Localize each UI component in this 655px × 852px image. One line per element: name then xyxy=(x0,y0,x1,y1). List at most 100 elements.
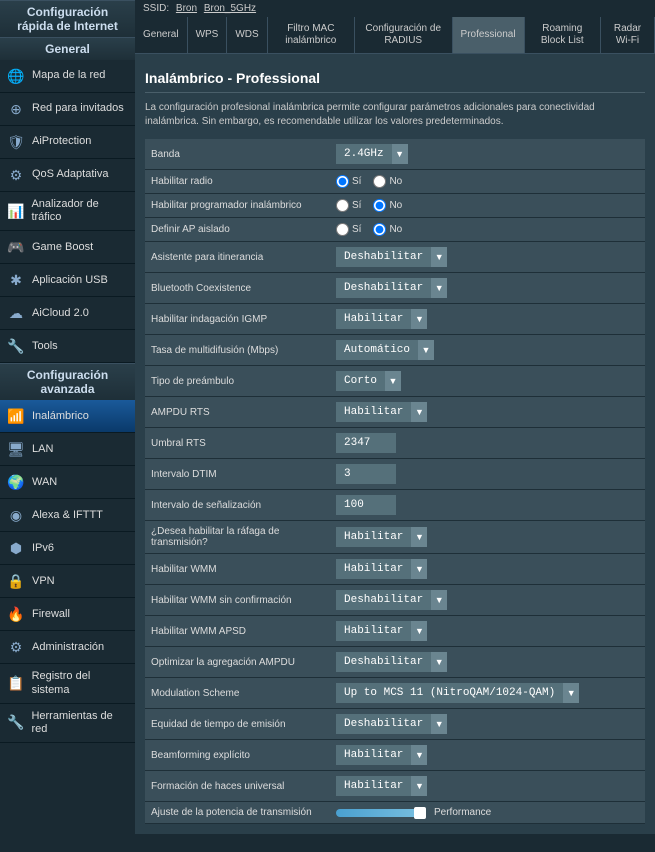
general-item-5[interactable]: 🎮Game Boost xyxy=(0,231,135,264)
sidebar-icon: 🔒 xyxy=(6,571,26,591)
select-18[interactable]: Up to MCS 11 (NitroQAM/1024-QAM)▼ xyxy=(336,683,579,703)
tab-3[interactable]: Filtro MAC inalámbrico xyxy=(268,17,355,53)
chevron-down-icon: ▼ xyxy=(411,402,427,422)
advanced-item-2[interactable]: 🌍WAN xyxy=(0,466,135,499)
setting-control: Habilitar▼ xyxy=(330,740,645,771)
radio-si-input[interactable] xyxy=(336,199,349,212)
sidebar-item-label: Herramientas de red xyxy=(31,710,129,736)
slider-thumb[interactable] xyxy=(414,807,426,819)
text-input-11[interactable] xyxy=(336,464,396,484)
select-19[interactable]: Deshabilitar▼ xyxy=(336,714,447,734)
chevron-down-icon: ▼ xyxy=(411,527,427,547)
setting-row: Beamforming explícitoHabilitar▼ xyxy=(145,740,645,771)
general-item-6[interactable]: ✱Aplicación USB xyxy=(0,264,135,297)
setting-control: 2.4GHz▼ xyxy=(330,139,645,170)
text-input-12[interactable] xyxy=(336,495,396,515)
sidebar-item-label: Alexa & IFTTT xyxy=(32,509,103,522)
sidebar-item-label: Registro del sistema xyxy=(32,670,129,696)
advanced-item-1[interactable]: 🖥LAN xyxy=(0,433,135,466)
select-8[interactable]: Corto▼ xyxy=(336,371,401,391)
tab-1[interactable]: WPS xyxy=(188,17,228,53)
slider-label: Performance xyxy=(434,807,491,818)
radio-si[interactable]: Sí xyxy=(336,223,361,236)
select-value: Automático xyxy=(336,340,418,360)
select-17[interactable]: Deshabilitar▼ xyxy=(336,652,447,672)
general-item-8[interactable]: 🔧Tools xyxy=(0,330,135,363)
select-20[interactable]: Habilitar▼ xyxy=(336,745,427,765)
tab-0[interactable]: General xyxy=(135,17,188,53)
select-value: Deshabilitar xyxy=(336,278,431,298)
tab-2[interactable]: WDS xyxy=(227,17,267,53)
advanced-item-4[interactable]: ⬢IPv6 xyxy=(0,532,135,565)
setting-control: Habilitar▼ xyxy=(330,771,645,802)
select-0[interactable]: 2.4GHz▼ xyxy=(336,144,408,164)
radio-no-input[interactable] xyxy=(373,199,386,212)
ssid-link-1[interactable]: Bron xyxy=(176,3,197,14)
select-5[interactable]: Deshabilitar▼ xyxy=(336,278,447,298)
setting-control: Habilitar▼ xyxy=(330,397,645,428)
sidebar-icon: ⚙ xyxy=(6,637,26,657)
radio-si-input[interactable] xyxy=(336,175,349,188)
select-6[interactable]: Habilitar▼ xyxy=(336,309,427,329)
text-input-10[interactable] xyxy=(336,433,396,453)
select-9[interactable]: Habilitar▼ xyxy=(336,402,427,422)
radio-no[interactable]: No xyxy=(373,175,402,188)
radio-no[interactable]: No xyxy=(373,199,402,212)
setting-control: Habilitar▼ xyxy=(330,304,645,335)
radio-no-input[interactable] xyxy=(373,175,386,188)
setting-row: Intervalo DTIM xyxy=(145,459,645,490)
select-15[interactable]: Deshabilitar▼ xyxy=(336,590,447,610)
select-16[interactable]: Habilitar▼ xyxy=(336,621,427,641)
advanced-item-8[interactable]: 📋Registro del sistema xyxy=(0,664,135,703)
setting-label: Intervalo DTIM xyxy=(145,459,330,490)
general-item-3[interactable]: ⚙QoS Adaptativa xyxy=(0,159,135,192)
section-quick-config[interactable]: Configuración rápida de Internet xyxy=(0,0,135,37)
setting-label: Habilitar radio xyxy=(145,170,330,194)
page-title: Inalámbrico - Professional xyxy=(145,64,645,93)
general-item-1[interactable]: ⊕Red para invitados xyxy=(0,93,135,126)
advanced-item-0[interactable]: 📶Inalámbrico xyxy=(0,400,135,433)
chevron-down-icon: ▼ xyxy=(411,309,427,329)
tab-4[interactable]: Configuración de RADIUS xyxy=(355,17,453,53)
advanced-item-5[interactable]: 🔒 VPN xyxy=(0,565,135,598)
setting-control: Deshabilitar▼ xyxy=(330,242,645,273)
select-21[interactable]: Habilitar▼ xyxy=(336,776,427,796)
select-4[interactable]: Deshabilitar▼ xyxy=(336,247,447,267)
sidebar-item-label: Game Boost xyxy=(32,241,93,254)
radio-si-input[interactable] xyxy=(336,223,349,236)
tab-6[interactable]: Roaming Block List xyxy=(525,17,601,53)
advanced-item-3[interactable]: ◉Alexa & IFTTT xyxy=(0,499,135,532)
general-item-7[interactable]: ☁AiCloud 2.0 xyxy=(0,297,135,330)
sidebar-icon: 🛡 xyxy=(6,132,26,152)
setting-label: Asistente para itinerancia xyxy=(145,242,330,273)
setting-label: Tasa de multidifusión (Mbps) xyxy=(145,335,330,366)
radio-si[interactable]: Sí xyxy=(336,199,361,212)
general-item-4[interactable]: 📊Analizador de tráfico xyxy=(0,192,135,231)
select-14[interactable]: Habilitar▼ xyxy=(336,559,427,579)
radio-no[interactable]: No xyxy=(373,223,402,236)
tab-5[interactable]: Professional xyxy=(453,17,525,53)
general-item-0[interactable]: 🌐Mapa de la red xyxy=(0,60,135,93)
radio-no-input[interactable] xyxy=(373,223,386,236)
advanced-item-7[interactable]: ⚙Administración xyxy=(0,631,135,664)
advanced-item-6[interactable]: 🔥Firewall xyxy=(0,598,135,631)
advanced-item-9[interactable]: 🔧Herramientas de red xyxy=(0,704,135,743)
setting-control: Sí No xyxy=(330,170,645,194)
settings-table: Banda2.4GHz▼Habilitar radio Sí No Habili… xyxy=(145,139,645,824)
select-7[interactable]: Automático▼ xyxy=(336,340,434,360)
setting-label: AMPDU RTS xyxy=(145,397,330,428)
chevron-down-icon: ▼ xyxy=(431,590,447,610)
sidebar-item-label: VPN xyxy=(32,575,55,588)
setting-row: Habilitar programador inalámbrico Sí No xyxy=(145,194,645,218)
setting-row: Banda2.4GHz▼ xyxy=(145,139,645,170)
sidebar-item-label: Analizador de tráfico xyxy=(31,198,129,224)
ssid-link-2[interactable]: Bron_5GHz xyxy=(204,3,256,14)
setting-label: ¿Desea habilitar la ráfaga de transmisió… xyxy=(145,521,330,554)
radio-si[interactable]: Sí xyxy=(336,175,361,188)
general-item-2[interactable]: 🛡AiProtection xyxy=(0,126,135,159)
setting-control: Deshabilitar▼ xyxy=(330,709,645,740)
tab-7[interactable]: Radar Wi-Fi xyxy=(601,17,655,53)
slider-track[interactable] xyxy=(336,809,426,817)
chevron-down-icon: ▼ xyxy=(411,745,427,765)
select-13[interactable]: Habilitar▼ xyxy=(336,527,427,547)
